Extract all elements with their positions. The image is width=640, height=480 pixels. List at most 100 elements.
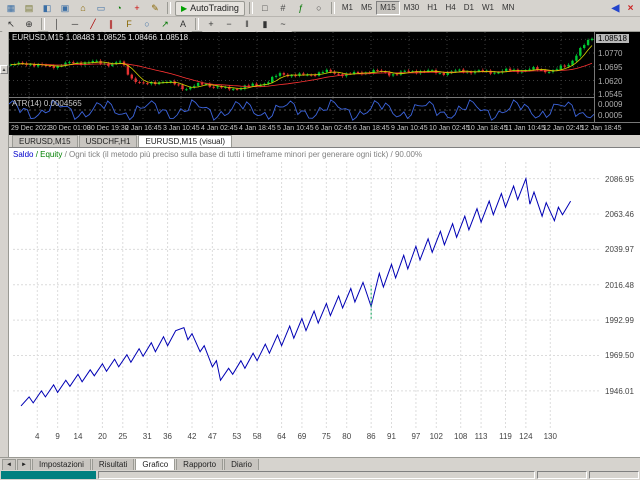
candle-chart-mode-button[interactable]: ▮	[256, 16, 274, 32]
graph-x-label: 119	[499, 432, 512, 441]
left-scroll-strip: ▲	[0, 32, 9, 457]
terminal-button[interactable]: ▭	[92, 0, 110, 16]
trendline-icon: ╱	[90, 18, 96, 29]
period-button-d1[interactable]: D1	[459, 1, 478, 15]
trendline-button[interactable]: ╱	[84, 16, 102, 32]
market-watch-icon: ◧	[42, 2, 52, 13]
graph-y-label: 1969.50	[605, 351, 634, 361]
new-chart-button[interactable]: ▦	[2, 0, 20, 16]
toolbar-standard: ▦ ▤ ◧ ▣ ⌂ ▭ ◔ + ✎ ▶ AutoTrading □ # ƒ ○ M1 M5 M15 M30 H1 H4 D…	[0, 0, 640, 17]
line-chart-mode-button[interactable]: ~	[274, 16, 292, 32]
objects-list-icon: ○	[316, 2, 322, 13]
vertical-line-icon: │	[54, 18, 60, 29]
chart-tab-eurusd-m15[interactable]: EURUSD,M15	[12, 135, 78, 147]
objects-list-button[interactable]: ○	[309, 0, 328, 16]
time-axis: 29 Dec 2022 30 Dec 01:00 30 Dec 19:30 2 Jan…	[9, 123, 640, 135]
vertical-line-button[interactable]: │	[48, 16, 66, 32]
period-button-w1[interactable]: W1	[477, 1, 498, 15]
scroll-up-button[interactable]: ▲	[0, 65, 8, 74]
graph-x-label: 36	[163, 432, 173, 441]
navigator-icon: ⌂	[80, 2, 86, 13]
candle-chart-mode-icon: ▮	[262, 18, 268, 29]
zoom-in-icon: +	[208, 18, 214, 29]
period-button-h4[interactable]: H4	[441, 1, 460, 15]
toolbar-separator	[41, 18, 45, 30]
crosshair-button[interactable]: ⊕	[20, 16, 38, 32]
indicators-icon: ƒ	[298, 2, 304, 13]
autotrading-button[interactable]: ▶ AutoTrading	[175, 0, 245, 16]
navigator-button[interactable]: ⌂	[74, 0, 92, 16]
cursor-button[interactable]: ↖	[2, 16, 20, 32]
undock-chart-icon: ◀	[611, 2, 620, 14]
bar-chart-mode-button[interactable]: ‖	[238, 16, 256, 32]
graph-y-label: 2086.95	[605, 174, 634, 184]
chart-grid-button[interactable]: #	[273, 0, 292, 16]
fibonacci-button[interactable]: F	[120, 16, 138, 32]
full-screen-button[interactable]: □	[255, 0, 274, 16]
time-axis-label: 5 Jan 10:45	[277, 125, 314, 132]
graph-header: Saldo / Equity / Ogni tick (il metodo pi…	[13, 150, 422, 159]
horizontal-line-button[interactable]: ─	[66, 16, 84, 32]
data-window-button[interactable]: ▣	[56, 0, 74, 16]
indicators-button[interactable]: ƒ	[291, 0, 310, 16]
metaeditor-icon: ✎	[151, 2, 159, 13]
text-label-button[interactable]: A	[174, 16, 192, 32]
chart-tab-eurusd-m15-visual-[interactable]: EURUSD,M15 (visual)	[138, 135, 233, 147]
chart-tab-usdchf-h1[interactable]: USDCHF,H1	[78, 135, 138, 147]
period-button-m15[interactable]: M15	[376, 1, 400, 15]
zoom-out-button[interactable]: −	[220, 16, 238, 32]
zoom-in-button[interactable]: +	[202, 16, 220, 32]
tester-progress	[1, 471, 96, 479]
graph-x-label: 124	[519, 432, 533, 441]
period-button-m5[interactable]: M5	[356, 1, 377, 15]
zoom-out-icon: −	[226, 18, 232, 29]
ellipse-button[interactable]: ○	[138, 16, 156, 32]
graph-x-label: 4	[35, 432, 40, 441]
text-label-icon: A	[179, 18, 186, 29]
crosshair-icon: ⊕	[25, 18, 33, 29]
time-axis-label: 30 Dec 19:30	[87, 125, 129, 132]
profiles-button[interactable]: ▤	[20, 0, 38, 16]
period-button-mn[interactable]: MN	[497, 1, 519, 15]
price-axis-label: 1.0620	[598, 76, 623, 86]
toolbar-separator	[248, 2, 253, 14]
time-axis-label: 29 Dec 2022	[11, 125, 51, 132]
new-order-button[interactable]: +	[128, 0, 146, 16]
equidistant-channel-button[interactable]: ∥	[102, 16, 120, 32]
metaeditor-button[interactable]: ✎	[146, 0, 164, 16]
strategy-tester-icon: ◔	[116, 2, 122, 13]
period-button-m30[interactable]: M30	[399, 1, 424, 15]
indicator-axis-label: 0.0005	[598, 110, 623, 120]
graph-x-label: 20	[97, 432, 107, 441]
graph-y-label: 2063.46	[605, 210, 634, 219]
graph-x-label: 91	[387, 432, 396, 441]
market-watch-button[interactable]: ◧	[38, 0, 56, 16]
graph-y-label: 1992.99	[605, 316, 634, 326]
time-axis-label: 30 Dec 01:00	[49, 125, 91, 132]
arrow-object-button[interactable]: ↗	[156, 16, 174, 32]
price-axis-label: 1.0695	[598, 62, 623, 72]
indicator-label-overlay: ATR(14) 0.0004565	[12, 99, 82, 108]
graph-y-label: 2016.48	[605, 280, 634, 290]
graph-x-label: 69	[297, 432, 307, 441]
price-scale: 1.08451.07701.06951.06201.05451.085180.0…	[594, 32, 640, 122]
indicator-canvas[interactable]	[9, 98, 594, 122]
time-axis-label: 2 Jan 16:45	[125, 125, 162, 132]
graph-x-label: 80	[342, 432, 352, 441]
graph-header-balance: Saldo	[13, 150, 34, 159]
equity-graph-canvas[interactable]	[13, 162, 599, 430]
strategy-tester-button[interactable]: ◔	[110, 0, 128, 16]
close-window-button[interactable]: ×	[623, 2, 638, 15]
period-button-m1[interactable]: M1	[337, 1, 357, 15]
period-button-h1[interactable]: H1	[423, 1, 442, 15]
graph-x-label: 42	[187, 432, 197, 441]
time-axis-label: 3 Jan 10:45	[163, 125, 200, 132]
undock-chart-button[interactable]: ◀	[608, 2, 623, 15]
toolbar-separator	[195, 18, 199, 30]
indicator-axis-label: 0.0009	[598, 100, 623, 109]
graph-header-model: / Ogni tick (il metodo più preciso sulla…	[62, 150, 423, 159]
graph-x-label: 25	[118, 432, 128, 441]
chart-grid-icon: #	[280, 2, 286, 13]
graph-x-label: 86	[366, 432, 376, 441]
price-chart-window[interactable]: 1.08451.07701.06951.06201.05451.085180.0…	[9, 32, 640, 135]
